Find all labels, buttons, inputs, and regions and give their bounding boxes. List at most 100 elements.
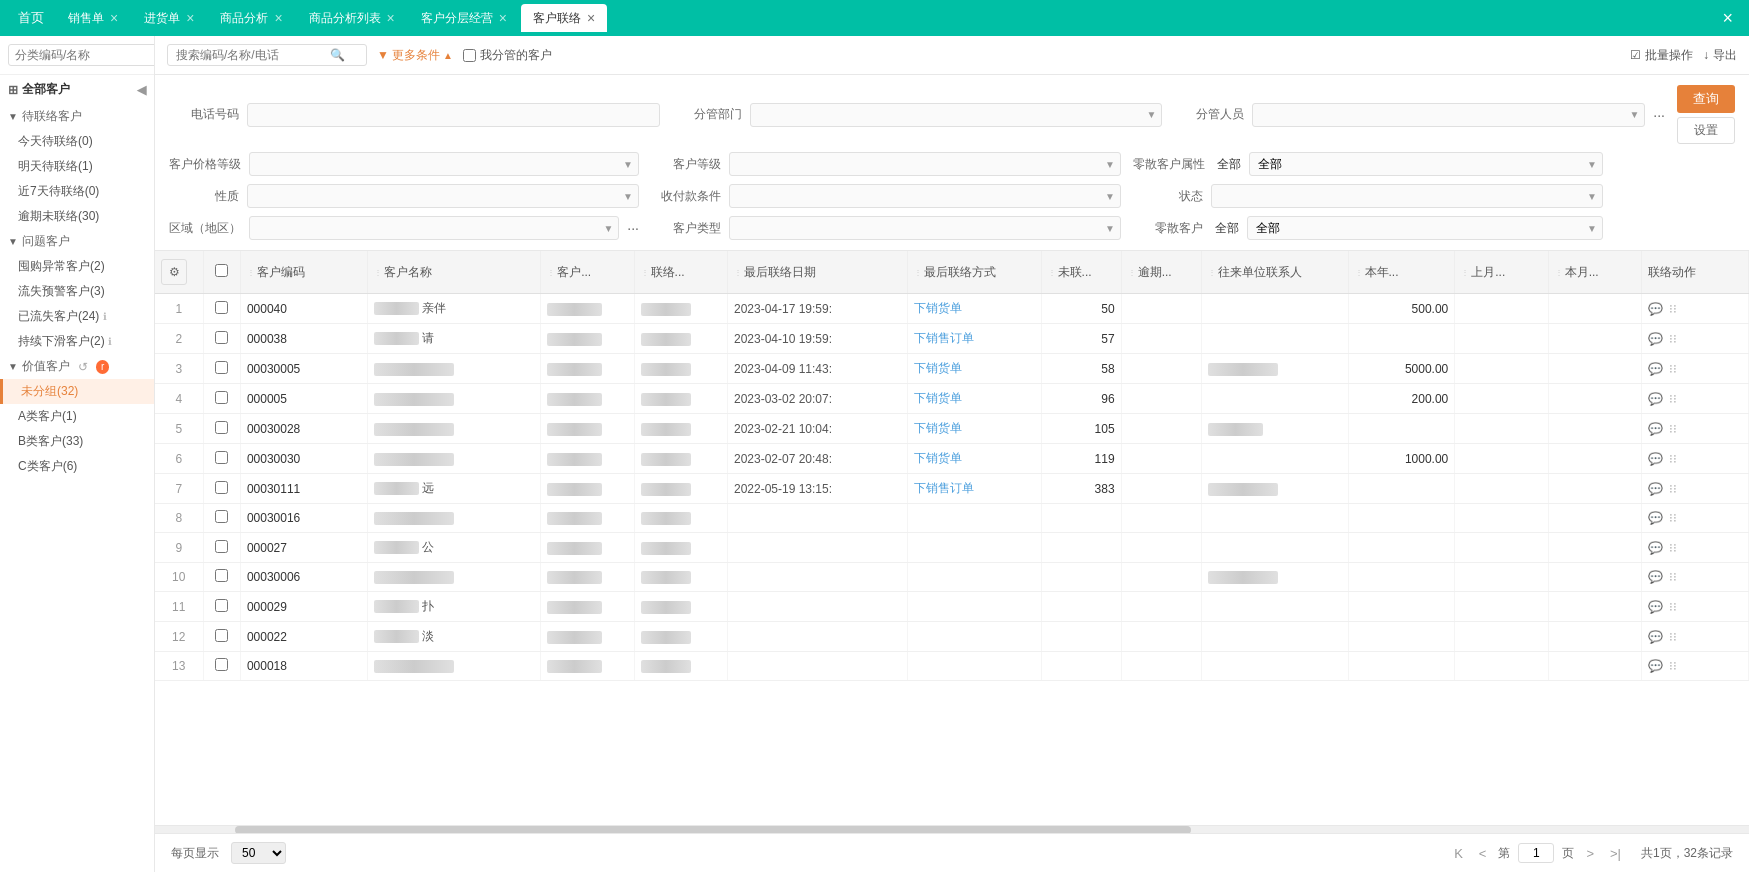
- chat-icon[interactable]: 💬: [1648, 452, 1663, 466]
- cell-lastway[interactable]: 下销售订单: [908, 324, 1041, 354]
- chat-icon[interactable]: 💬: [1648, 332, 1663, 346]
- cell-check[interactable]: [203, 294, 240, 324]
- cell-lastway[interactable]: [908, 504, 1041, 533]
- my-customers-checkbox[interactable]: [463, 49, 476, 62]
- tab-purchase[interactable]: 进货单 ×: [132, 4, 206, 32]
- apps-icon[interactable]: ⁝⁝: [1669, 482, 1677, 496]
- chat-icon[interactable]: 💬: [1648, 302, 1663, 316]
- cell-lastway[interactable]: 下销货单: [908, 444, 1041, 474]
- page-number-input[interactable]: [1518, 843, 1554, 863]
- row-checkbox[interactable]: [215, 599, 228, 612]
- row-checkbox[interactable]: [215, 361, 228, 374]
- sidebar-item-hoard-abnormal[interactable]: 囤购异常客户(2): [0, 254, 154, 279]
- chat-icon[interactable]: 💬: [1648, 570, 1663, 584]
- apps-icon[interactable]: ⁝⁝: [1669, 452, 1677, 466]
- dept-select[interactable]: [750, 103, 1163, 127]
- tab-customer-tier[interactable]: 客户分层经营 ×: [409, 4, 519, 32]
- select-all-checkbox[interactable]: [215, 264, 228, 277]
- sidebar-search-input[interactable]: [8, 44, 155, 66]
- lastway-link[interactable]: 下销售订单: [914, 481, 974, 495]
- filter-search-input[interactable]: [176, 48, 326, 62]
- cell-lastway[interactable]: 下销货单: [908, 384, 1041, 414]
- lastway-link[interactable]: 下销货单: [914, 361, 962, 375]
- lastway-link[interactable]: 下销货单: [914, 391, 962, 405]
- status-select[interactable]: [1211, 184, 1603, 208]
- cell-lastway[interactable]: [908, 622, 1041, 652]
- filter-search-icon[interactable]: 🔍: [330, 48, 345, 62]
- filter-more-conditions[interactable]: ▼ 更多条件 ▲: [377, 47, 453, 64]
- cell-lastway[interactable]: 下销货单: [908, 294, 1041, 324]
- sidebar-item-tomorrow-contact[interactable]: 明天待联络(1): [0, 154, 154, 179]
- query-button[interactable]: 查询: [1677, 85, 1735, 113]
- apps-icon[interactable]: ⁝⁝: [1669, 422, 1677, 436]
- region-select[interactable]: [249, 216, 619, 240]
- tab-product-list-close[interactable]: ×: [387, 11, 395, 25]
- sidebar-item-today-contact[interactable]: 今天待联络(0): [0, 129, 154, 154]
- apps-icon[interactable]: ⁝⁝: [1669, 541, 1677, 555]
- tab-product-list[interactable]: 商品分析列表 ×: [297, 4, 407, 32]
- chat-icon[interactable]: 💬: [1648, 600, 1663, 614]
- group-value-refresh-icon[interactable]: ↺: [78, 360, 88, 374]
- prev-page-btn[interactable]: <: [1475, 844, 1491, 863]
- retail-cust-select[interactable]: 全部: [1247, 216, 1603, 240]
- row-checkbox[interactable]: [215, 540, 228, 553]
- reset-button[interactable]: 设置: [1677, 117, 1735, 144]
- chat-icon[interactable]: 💬: [1648, 511, 1663, 525]
- row-checkbox[interactable]: [215, 391, 228, 404]
- sidebar-item-a-customers[interactable]: A类客户(1): [0, 404, 154, 429]
- sidebar-item-overdue-contact[interactable]: 逾期未联络(30): [0, 204, 154, 229]
- cell-lastway[interactable]: [908, 533, 1041, 563]
- row-checkbox[interactable]: [215, 510, 228, 523]
- chat-icon[interactable]: 💬: [1648, 422, 1663, 436]
- sidebar-item-c-customers[interactable]: C类客户(6): [0, 454, 154, 479]
- apps-icon[interactable]: ⁝⁝: [1669, 511, 1677, 525]
- row-checkbox[interactable]: [215, 629, 228, 642]
- cell-check[interactable]: [203, 622, 240, 652]
- retail-attr-select[interactable]: 全部: [1249, 152, 1603, 176]
- lastway-link[interactable]: 下销货单: [914, 451, 962, 465]
- cell-lastway[interactable]: 下销售订单: [908, 474, 1041, 504]
- price-grade-select[interactable]: [249, 152, 639, 176]
- tab-sales[interactable]: 销售单 ×: [56, 4, 130, 32]
- group-value-customers[interactable]: ▼ 价值客户 ↺ r: [0, 354, 154, 379]
- group-pending-contact[interactable]: ▼ 待联络客户: [0, 104, 154, 129]
- next-page-btn[interactable]: >: [1582, 844, 1598, 863]
- lastway-link[interactable]: 下销货单: [914, 421, 962, 435]
- row-checkbox[interactable]: [215, 569, 228, 582]
- apps-icon[interactable]: ⁝⁝: [1669, 362, 1677, 376]
- tab-customer-tier-close[interactable]: ×: [499, 11, 507, 25]
- cell-check[interactable]: [203, 324, 240, 354]
- sidebar-collapse-btn[interactable]: ◀: [137, 83, 146, 97]
- chat-icon[interactable]: 💬: [1648, 630, 1663, 644]
- tab-purchase-close[interactable]: ×: [186, 11, 194, 25]
- tab-customer-contact-close[interactable]: ×: [587, 11, 595, 25]
- cust-type-select[interactable]: [729, 216, 1121, 240]
- cell-check[interactable]: [203, 384, 240, 414]
- phone-input[interactable]: [247, 103, 660, 127]
- tab-customer-contact[interactable]: 客户联络 ×: [521, 4, 607, 32]
- last-page-btn[interactable]: >|: [1606, 844, 1625, 863]
- region-dots[interactable]: ···: [627, 220, 639, 236]
- manager-dots[interactable]: ···: [1653, 107, 1665, 123]
- group-problem-customers[interactable]: ▼ 问题客户: [0, 229, 154, 254]
- sidebar-item-churned[interactable]: 已流失客户(24) ℹ: [0, 304, 154, 329]
- cell-lastway[interactable]: [908, 652, 1041, 681]
- cell-lastway[interactable]: 下销货单: [908, 414, 1041, 444]
- all-customers-header[interactable]: ⊞ 全部客户 ◀: [0, 75, 154, 104]
- horizontal-scrollbar[interactable]: [155, 825, 1749, 833]
- row-checkbox[interactable]: [215, 331, 228, 344]
- batch-operations-btn[interactable]: ☑ 批量操作: [1630, 47, 1693, 64]
- nav-home[interactable]: 首页: [8, 9, 54, 27]
- cell-check[interactable]: [203, 652, 240, 681]
- cust-grade-select[interactable]: [729, 152, 1121, 176]
- row-checkbox[interactable]: [215, 421, 228, 434]
- manager-select[interactable]: [1252, 103, 1645, 127]
- tab-product-analysis[interactable]: 商品分析 ×: [208, 4, 294, 32]
- settings-icon[interactable]: ⚙: [161, 259, 187, 285]
- sidebar-item-ungrouped[interactable]: 未分组(32): [0, 379, 154, 404]
- row-checkbox[interactable]: [215, 481, 228, 494]
- chat-icon[interactable]: 💬: [1648, 659, 1663, 673]
- cell-check[interactable]: [203, 414, 240, 444]
- payment-select[interactable]: [729, 184, 1121, 208]
- first-page-btn[interactable]: K: [1450, 844, 1467, 863]
